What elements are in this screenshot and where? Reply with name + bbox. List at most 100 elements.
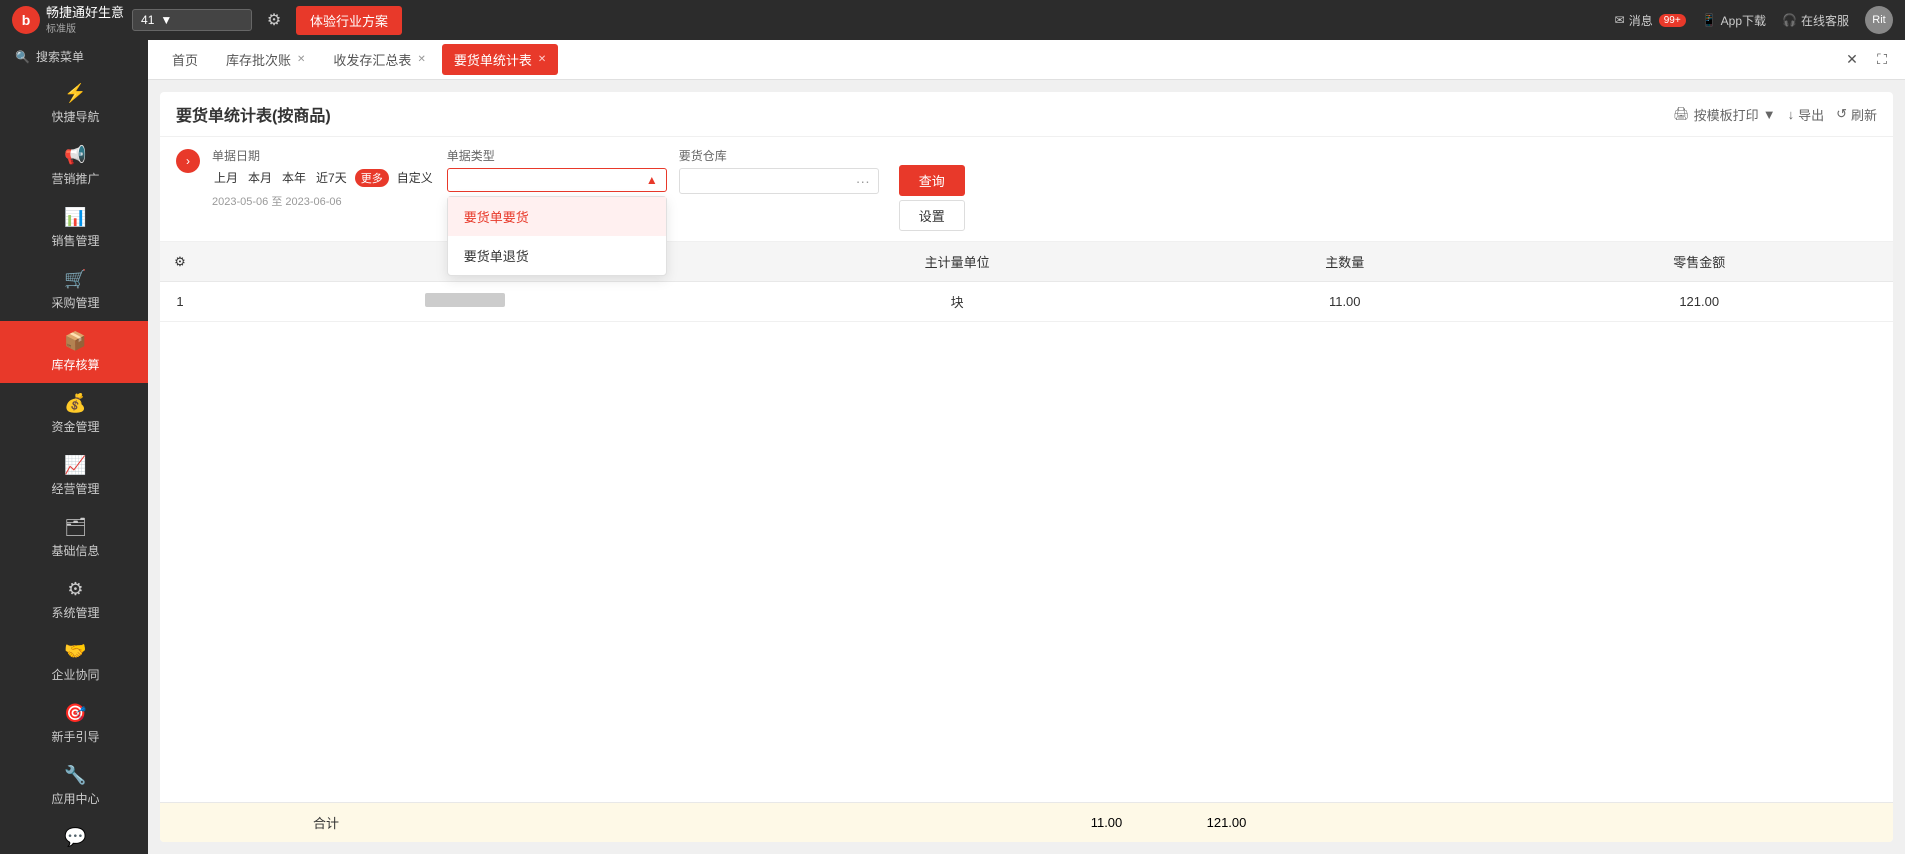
cell-quantity: 11.00 bbox=[1184, 282, 1505, 322]
print-dropdown-arrow: ▼ bbox=[1763, 107, 1776, 122]
footer-quantity: 11.00 bbox=[1047, 815, 1167, 830]
tab-bar: 首页 库存批次账 ✕ 收发存汇总表 ✕ 要货单统计表 ✕ ✕ ⛶ bbox=[148, 40, 1905, 80]
cell-product bbox=[200, 282, 730, 322]
table-settings-icon: ⚙ bbox=[174, 254, 186, 269]
query-btn[interactable]: 查询 bbox=[899, 165, 965, 196]
sidebar-label-guide: 新手引导 bbox=[51, 728, 99, 745]
dropdown-item-order-goods[interactable]: 要货单要货 bbox=[448, 197, 666, 236]
refresh-label: 刷新 bbox=[1851, 105, 1877, 124]
sidebar: 🔍 搜索菜单 ⚡ 快捷导航 📢 营销推广 📊 销售管理 🛒 采购管理 📦 库存核… bbox=[0, 40, 148, 854]
app-name: 畅捷通好生意 bbox=[46, 5, 124, 21]
window-expand-btn[interactable]: ⛶ bbox=[1871, 49, 1893, 71]
tab-recv-summary[interactable]: 收发存汇总表 ✕ bbox=[321, 44, 437, 75]
sidebar-item-system[interactable]: ⚙ 系统管理 bbox=[0, 569, 148, 631]
wechat-icon: 💬 bbox=[64, 827, 86, 848]
type-filter-label: 单据类型 bbox=[447, 147, 667, 164]
refresh-action[interactable]: ↺ 刷新 bbox=[1836, 105, 1877, 124]
tab-order-summary-close[interactable]: ✕ bbox=[538, 54, 546, 65]
page-header: 要货单统计表(按商品) 🖨 按模板打印 ▼ ↓ 导出 ↺ bbox=[160, 92, 1893, 137]
tab-recv-summary-label: 收发存汇总表 bbox=[333, 50, 411, 69]
tab-order-summary-label: 要货单统计表 bbox=[454, 50, 532, 69]
tab-inventory-batch-close[interactable]: ✕ bbox=[297, 54, 305, 65]
store-select[interactable]: 41 ▼ bbox=[132, 9, 252, 31]
shortcut-more[interactable]: 更多 bbox=[355, 169, 389, 187]
sidebar-label-sales: 销售管理 bbox=[51, 232, 99, 249]
online-service-label: 在线客服 bbox=[1801, 12, 1849, 29]
filter-bar: › 单据日期 上月 本月 本年 近7天 更多 自定义 2023-05-06 至 … bbox=[160, 137, 1893, 242]
sidebar-label-finance: 资金管理 bbox=[51, 418, 99, 435]
apps-icon: 🔧 bbox=[64, 765, 86, 786]
sidebar-label-marketing: 营销推广 bbox=[51, 170, 99, 187]
type-filter-select[interactable]: ▲ bbox=[447, 168, 667, 192]
sidebar-item-purchase[interactable]: 🛒 采购管理 bbox=[0, 259, 148, 321]
sidebar-label-inventory: 库存核算 bbox=[51, 356, 99, 373]
date-range-text: 2023-05-06 至 2023-06-06 bbox=[212, 193, 435, 209]
marketing-icon: 📢 bbox=[64, 145, 86, 166]
cell-unit: 块 bbox=[730, 282, 1184, 322]
content-area: 首页 库存批次账 ✕ 收发存汇总表 ✕ 要货单统计表 ✕ ✕ ⛶ bbox=[148, 40, 1905, 854]
trial-btn[interactable]: 体验行业方案 bbox=[296, 6, 402, 35]
sidebar-label-basic: 基础信息 bbox=[51, 542, 99, 559]
sidebar-label-quick-nav: 快捷导航 bbox=[51, 108, 99, 125]
user-avatar[interactable]: Rit bbox=[1865, 6, 1893, 34]
shortcut-last-month[interactable]: 上月 bbox=[212, 168, 240, 187]
inventory-icon: 📦 bbox=[64, 331, 86, 352]
print-template-action[interactable]: 🖨 按模板打印 ▼ bbox=[1673, 105, 1775, 124]
tab-order-summary[interactable]: 要货单统计表 ✕ bbox=[442, 44, 558, 75]
table-footer: 合计 11.00 121.00 bbox=[160, 802, 1893, 842]
warehouse-filter-label: 要货仓库 bbox=[679, 147, 879, 164]
sidebar-item-basic[interactable]: 🗂 基础信息 bbox=[0, 507, 148, 569]
sidebar-item-apps[interactable]: 🔧 应用中心 bbox=[0, 755, 148, 817]
dropdown-item-order-return[interactable]: 要货单退货 bbox=[448, 236, 666, 275]
col-settings[interactable]: ⚙ bbox=[160, 242, 200, 282]
header-right: ✉ 消息 99+ 📱 App下载 🎧 在线客服 Rit bbox=[1615, 6, 1893, 34]
shortcut-7days[interactable]: 近7天 bbox=[314, 168, 349, 187]
print-icon: 🖨 bbox=[1673, 106, 1690, 122]
shortcut-this-year[interactable]: 本年 bbox=[280, 168, 308, 187]
online-service-action[interactable]: 🎧 在线客服 bbox=[1782, 12, 1849, 29]
top-header: b 畅捷通好生意 标准版 41 ▼ ⚙ 体验行业方案 ✉ 消息 99+ 📱 Ap… bbox=[0, 0, 1905, 40]
sidebar-item-finance[interactable]: 💰 资金管理 bbox=[0, 383, 148, 445]
warehouse-select[interactable]: ··· bbox=[679, 168, 879, 194]
page-content: 要货单统计表(按商品) 🖨 按模板打印 ▼ ↓ 导出 ↺ bbox=[148, 80, 1905, 854]
sidebar-label-apps: 应用中心 bbox=[51, 790, 99, 807]
warehouse-filter-group: 要货仓库 ··· bbox=[679, 147, 879, 194]
set-btn[interactable]: 设置 bbox=[899, 200, 965, 231]
expand-btn[interactable]: › bbox=[176, 149, 200, 173]
operations-icon: 📈 bbox=[64, 455, 86, 476]
product-blurred bbox=[425, 293, 505, 307]
finance-icon: 💰 bbox=[64, 393, 86, 414]
sidebar-item-operations[interactable]: 📈 经营管理 bbox=[0, 445, 148, 507]
table-row: 1 块 11.00 121.00 bbox=[160, 282, 1893, 322]
sidebar-search-item[interactable]: 🔍 搜索菜单 bbox=[0, 40, 148, 73]
sidebar-item-guide[interactable]: 🎯 新手引导 bbox=[0, 693, 148, 755]
sidebar-item-collab[interactable]: 🤝 企业协同 bbox=[0, 631, 148, 693]
cell-amount: 121.00 bbox=[1505, 282, 1893, 322]
window-minimize-btn[interactable]: ✕ bbox=[1841, 49, 1863, 71]
messages-label: 消息 bbox=[1629, 12, 1653, 29]
sidebar-item-inventory[interactable]: 📦 库存核算 bbox=[0, 321, 148, 383]
phone-icon: 📱 bbox=[1702, 13, 1717, 27]
app-download-action[interactable]: 📱 App下载 bbox=[1702, 12, 1766, 29]
header-left: b 畅捷通好生意 标准版 41 ▼ ⚙ 体验行业方案 bbox=[12, 5, 402, 36]
tab-inventory-batch[interactable]: 库存批次账 ✕ bbox=[214, 44, 317, 75]
tab-home-label: 首页 bbox=[172, 50, 198, 69]
date-filter-group: 单据日期 上月 本月 本年 近7天 更多 自定义 2023-05-06 至 20… bbox=[212, 147, 435, 209]
type-dropdown-menu: 要货单要货 要货单退货 bbox=[447, 196, 667, 276]
tab-recv-summary-close[interactable]: ✕ bbox=[417, 54, 425, 65]
sidebar-item-wechat[interactable]: 💬 企业微信 bbox=[0, 817, 148, 854]
shortcut-custom[interactable]: 自定义 bbox=[395, 168, 435, 187]
refresh-icon: ↺ bbox=[1836, 106, 1847, 122]
sidebar-label-purchase: 采购管理 bbox=[51, 294, 99, 311]
shortcut-this-month[interactable]: 本月 bbox=[246, 168, 274, 187]
tab-home[interactable]: 首页 bbox=[160, 44, 210, 75]
export-action[interactable]: ↓ 导出 bbox=[1788, 105, 1825, 124]
messages-action[interactable]: ✉ 消息 99+ bbox=[1615, 12, 1686, 29]
sidebar-item-sales[interactable]: 📊 销售管理 bbox=[0, 197, 148, 259]
footer-amount: 121.00 bbox=[1167, 815, 1287, 830]
settings-icon-btn[interactable]: ⚙ bbox=[260, 6, 288, 34]
sidebar-item-marketing[interactable]: 📢 营销推广 bbox=[0, 135, 148, 197]
system-icon: ⚙ bbox=[67, 579, 83, 600]
sidebar-item-quick-nav[interactable]: ⚡ 快捷导航 bbox=[0, 73, 148, 135]
sidebar-label-operations: 经营管理 bbox=[51, 480, 99, 497]
